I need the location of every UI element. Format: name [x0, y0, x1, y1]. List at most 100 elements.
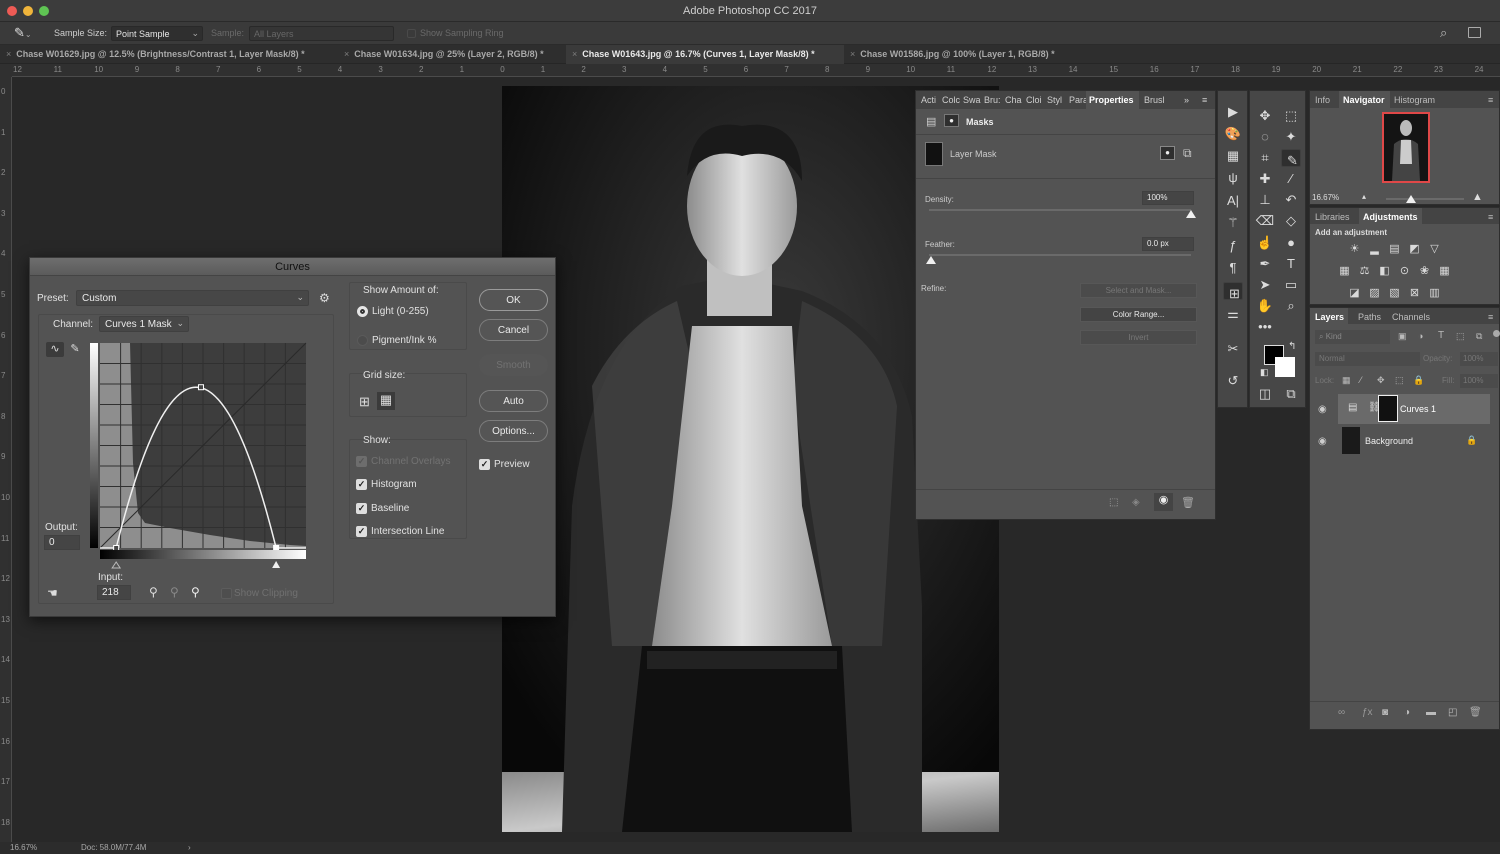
curve-control-point[interactable] [197, 384, 204, 391]
channel-mixer-icon[interactable]: ❀ [1418, 265, 1431, 277]
color-palette-icon[interactable]: 🎨 [1223, 125, 1243, 143]
zoom-tool-icon[interactable]: ⌕ [1281, 297, 1301, 315]
filter-smart-object-icon[interactable]: ⧉ [1476, 331, 1482, 342]
filter-toggle[interactable] [1493, 330, 1500, 337]
tab-styles[interactable]: Styl [1047, 95, 1062, 105]
properties-icon[interactable]: ⊞ [1223, 282, 1243, 301]
layer-style-fx-icon[interactable]: ƒx [1362, 707, 1373, 718]
input-field[interactable]: 218 [97, 585, 131, 600]
vertical-ruler[interactable]: 0 1 2 3 4 5 6 7 8 9 10 11 12 13 14 15 16 17 18 [0, 77, 12, 842]
black-white-icon[interactable]: ◧ [1378, 265, 1391, 277]
opacity-field[interactable]: 100% [1460, 352, 1498, 366]
cancel-button[interactable]: Cancel [479, 319, 548, 341]
color-balance-icon[interactable]: ⚖ [1358, 265, 1371, 277]
blend-mode-select[interactable]: Normal [1315, 352, 1420, 366]
navigator-zoom-slider[interactable] [1386, 198, 1464, 200]
white-eyedropper-icon[interactable]: ⚲ [191, 585, 200, 599]
eyedropper-tool-icon[interactable]: ✎ [1281, 149, 1301, 168]
screen-mode-icon[interactable]: ⧉ [1281, 385, 1301, 403]
add-mask-icon[interactable]: ◙ [1382, 707, 1388, 718]
new-layer-icon[interactable]: ◰ [1448, 707, 1457, 718]
visibility-eye-icon[interactable]: ◉ [1318, 436, 1327, 447]
lock-position-icon[interactable]: ✥ [1377, 375, 1385, 386]
density-slider-thumb[interactable] [1186, 210, 1196, 218]
lock-all-icon[interactable]: 🔒 [1413, 375, 1424, 386]
density-field[interactable]: 100% [1142, 191, 1194, 205]
tab-brush[interactable]: Brusl [1144, 95, 1165, 105]
adjust-sliders-icon[interactable]: ⚌ [1223, 305, 1243, 323]
color-lookup-icon[interactable]: ▦ [1438, 265, 1451, 277]
layer-row-curves-1[interactable]: ▤ ⛓ Curves 1 [1338, 394, 1490, 424]
curve-edit-tool-icon[interactable]: ∿ [46, 342, 64, 357]
close-tab-icon[interactable]: × [850, 49, 855, 59]
levels-icon[interactable]: ▂ [1368, 243, 1381, 255]
tab-adjustments[interactable]: Adjustments [1363, 212, 1418, 222]
panel-menu-icon[interactable]: ≡ [1488, 95, 1493, 105]
ok-button[interactable]: OK [479, 289, 548, 311]
lock-icon[interactable]: 🔒 [1466, 435, 1477, 446]
navigator-zoom-thumb[interactable] [1406, 195, 1416, 203]
feather-field[interactable]: 0.0 px [1142, 237, 1194, 251]
delete-layer-icon[interactable]: 🗑 [1469, 707, 1482, 718]
close-tab-icon[interactable]: × [572, 49, 577, 59]
brightness-contrast-icon[interactable]: ☀ [1348, 243, 1361, 255]
exposure-icon[interactable]: ◩ [1408, 243, 1421, 255]
black-eyedropper-icon[interactable]: ⚲ [149, 585, 158, 599]
magic-wand-tool-icon[interactable]: ✦ [1281, 128, 1301, 146]
pencil-icon[interactable]: ✎ [67, 342, 83, 357]
background-color-swatch[interactable] [1275, 357, 1295, 377]
gradient-map-icon[interactable]: ▥ [1428, 287, 1441, 299]
tab-paths[interactable]: Paths [1358, 312, 1381, 322]
smudge-tool-icon[interactable]: ☝ [1255, 234, 1275, 252]
density-slider-track[interactable] [929, 209, 1191, 211]
move-tool-icon[interactable]: ✥ [1255, 107, 1275, 125]
curve-graph[interactable] [88, 341, 308, 569]
quick-mask-icon[interactable]: ◫ [1255, 385, 1275, 403]
hand-tool-icon[interactable]: ✋ [1255, 297, 1275, 315]
new-adjustment-layer-icon[interactable]: ◑ [1404, 707, 1410, 718]
clone-stamp-tool-icon[interactable]: ⊥ [1255, 191, 1275, 209]
layer-mask-thumbnail[interactable] [1378, 395, 1398, 422]
light-radio[interactable] [357, 306, 368, 317]
visibility-eye-icon[interactable]: ◉ [1318, 404, 1327, 415]
adjustment-properties-icon[interactable]: ▤ [926, 115, 936, 128]
options-button[interactable]: Options... [479, 420, 548, 442]
vector-mask-icon[interactable]: ⧉ [1183, 146, 1192, 161]
tab-libraries[interactable]: Libraries [1315, 212, 1350, 222]
doc-tab[interactable]: × Chase W01629.jpg @ 12.5% (Brightness/Co… [0, 45, 311, 64]
sample-select[interactable]: All Layers [249, 26, 394, 41]
filter-pixel-icon[interactable]: ▣ [1398, 331, 1407, 342]
rectangle-tool-icon[interactable]: ▭ [1281, 276, 1301, 294]
brush-tool-icon[interactable]: ⁄ [1281, 170, 1301, 188]
tab-color[interactable]: Colc [942, 95, 960, 105]
channel-overlays-checkbox[interactable]: ✓ [356, 456, 367, 467]
smooth-button[interactable]: Smooth [479, 354, 548, 376]
posterize-icon[interactable]: ▨ [1368, 287, 1381, 299]
close-tab-icon[interactable]: × [344, 49, 349, 59]
curves-icon[interactable]: ▤ [1388, 243, 1401, 255]
zoom-level[interactable]: 16.67% [10, 843, 37, 852]
black-point-slider[interactable] [111, 561, 122, 569]
default-colors-icon[interactable]: ◧ [1260, 367, 1269, 378]
lock-transparent-icon[interactable]: ▦ [1342, 375, 1351, 386]
history-brush-tool-icon[interactable]: ↶ [1281, 191, 1301, 209]
lock-artboard-icon[interactable]: ⬚ [1395, 375, 1404, 386]
invert-button[interactable]: Invert [1080, 330, 1197, 345]
expand-panels-icon[interactable]: » [1184, 95, 1189, 105]
preset-gear-icon[interactable]: ⚙ [319, 291, 330, 305]
curve-control-point[interactable] [113, 545, 120, 551]
vibrance-icon[interactable]: ▽ [1428, 243, 1441, 255]
threshold-icon[interactable]: ▧ [1388, 287, 1401, 299]
tab-properties[interactable]: Properties [1089, 95, 1134, 105]
auto-button[interactable]: Auto [479, 390, 548, 412]
feather-slider-thumb[interactable] [926, 256, 936, 264]
styles-fx-icon[interactable]: ƒ [1223, 237, 1243, 255]
tab-swatches[interactable]: Swa [963, 95, 981, 105]
color-range-button[interactable]: Color Range... [1080, 307, 1197, 322]
layer-filter-input[interactable]: ⌕ Kind [1315, 330, 1390, 344]
clone-source-icon[interactable]: ⚚ [1223, 214, 1243, 232]
tab-channels[interactable]: Channels [1392, 312, 1430, 322]
swatches-grid-icon[interactable]: ▦ [1223, 147, 1243, 165]
doc-tab[interactable]: × Chase W01634.jpg @ 25% (Layer 2, RGB/8)… [338, 45, 550, 64]
marquee-tool-icon[interactable]: ⬚ [1281, 107, 1301, 125]
